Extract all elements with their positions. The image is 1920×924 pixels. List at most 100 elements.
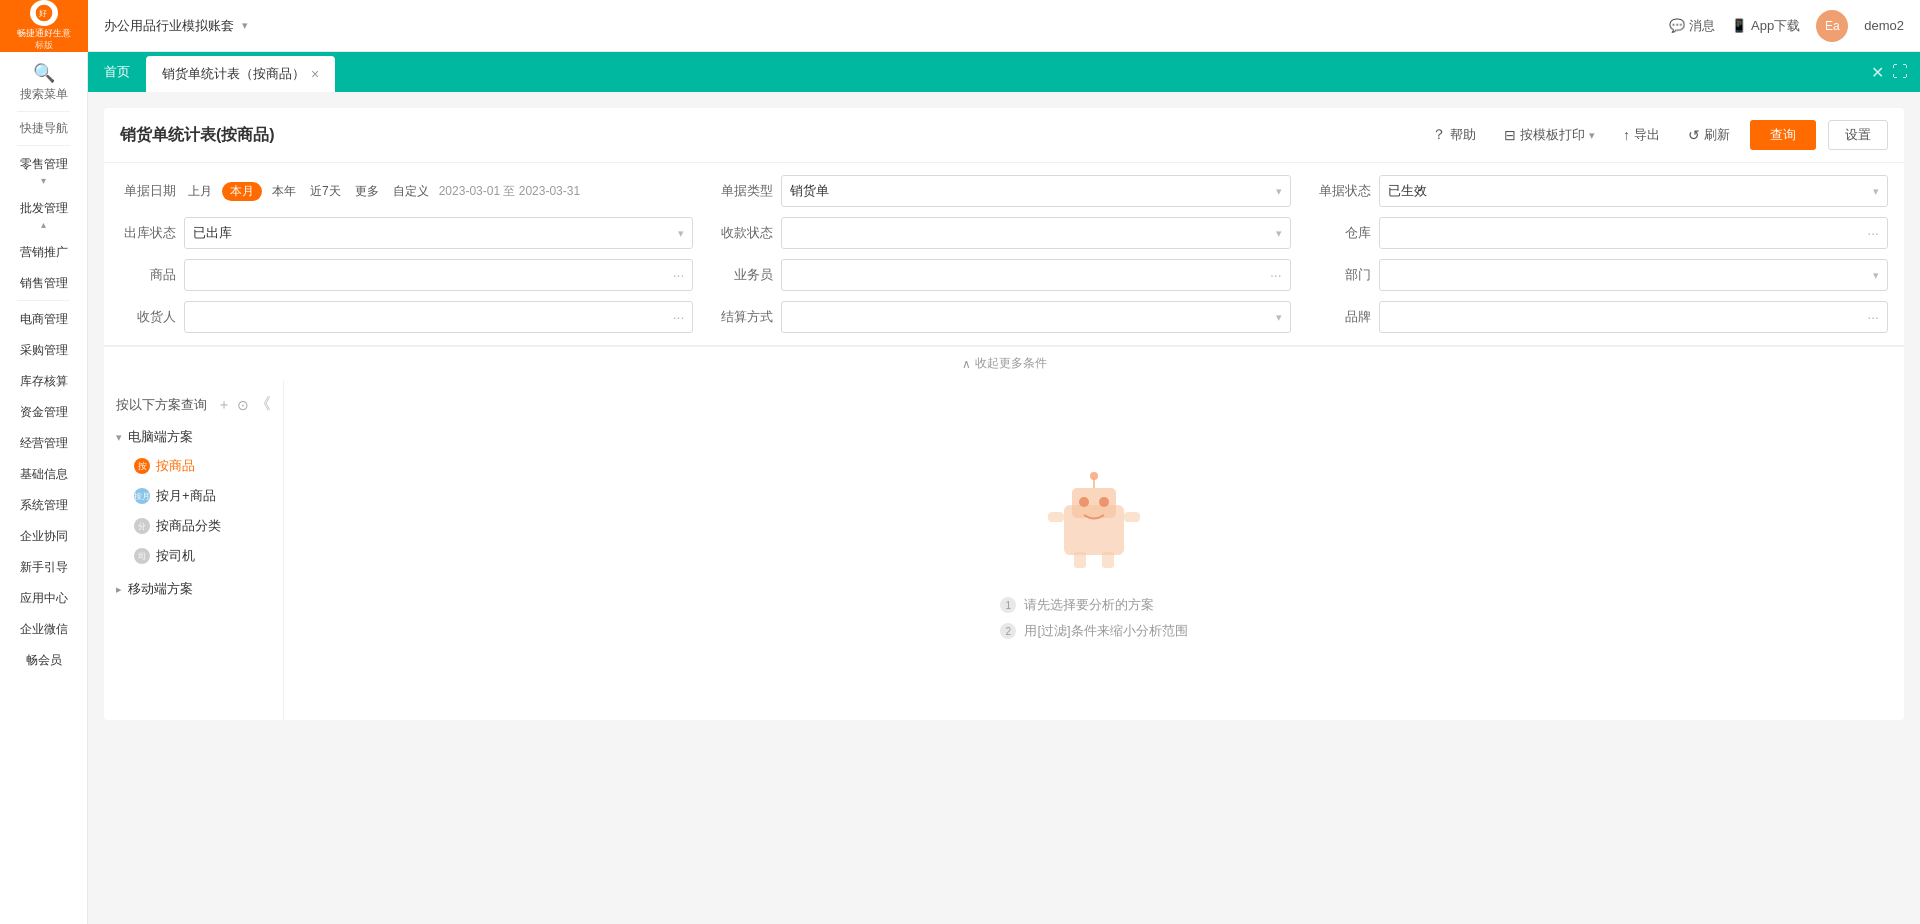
filter-out-status: 出库状态 已出库 ▾ <box>120 217 693 249</box>
scheme-item-label-3: 按商品分类 <box>156 517 221 535</box>
scheme-add-icon[interactable]: ＋ <box>217 396 231 414</box>
receipt-status-control[interactable]: ▾ <box>781 217 1290 249</box>
logo-text: 畅捷通好生意 <box>17 28 71 39</box>
print-label: 按模板打印 <box>1520 126 1585 144</box>
payment-control[interactable]: ▾ <box>781 301 1290 333</box>
print-btn[interactable]: ⊟ 按模板打印 ▾ <box>1496 122 1603 148</box>
sidebar-item-finance[interactable]: 资金管理 <box>0 396 87 427</box>
warehouse-control[interactable]: ··· <box>1379 217 1888 249</box>
quick-nav-btn[interactable]: 快捷导航 <box>0 114 87 143</box>
empty-icon <box>1034 460 1154 580</box>
doc-status-control[interactable]: 已生效 ▾ <box>1379 175 1888 207</box>
scheme-refresh-icon[interactable]: ⊙ <box>237 397 249 413</box>
recipient-label: 收货人 <box>120 308 176 326</box>
date-btn-this-year[interactable]: 本年 <box>268 182 300 201</box>
filter-receipt-status: 收款状态 ▾ <box>717 217 1290 249</box>
sidebar-item-marketing[interactable]: 营销推广 <box>0 236 87 267</box>
divider2 <box>17 145 69 146</box>
goods-control[interactable]: ··· <box>184 259 693 291</box>
payment-arrow[interactable]: ▾ <box>1276 311 1282 324</box>
refresh-btn[interactable]: ↺ 刷新 <box>1680 122 1738 148</box>
print-icon: ⊟ <box>1504 127 1516 143</box>
scheme-collapse-icon[interactable]: 《 <box>255 394 271 415</box>
sales-person-dots[interactable]: ··· <box>1270 267 1282 283</box>
help-btn[interactable]: ？ 帮助 <box>1424 122 1484 148</box>
user-avatar[interactable]: Ea <box>1816 10 1848 42</box>
user-name[interactable]: demo2 <box>1864 18 1904 33</box>
tab-close-btn[interactable]: × <box>311 67 319 81</box>
tab-close-window-btn[interactable]: ✕ <box>1871 63 1884 82</box>
industry-name[interactable]: 办公用品行业模拟账套 <box>104 17 234 35</box>
warehouse-dots[interactable]: ··· <box>1867 225 1879 241</box>
search-menu-btn[interactable]: 🔍 搜索菜单 <box>0 52 87 109</box>
basic-label: 基础信息 <box>20 466 68 483</box>
doc-status-value: 已生效 <box>1388 182 1873 200</box>
sidebar-item-apps[interactable]: 应用中心 <box>0 582 87 613</box>
date-btn-custom[interactable]: 自定义 <box>389 182 433 201</box>
sidebar-item-operations[interactable]: 经营管理 <box>0 427 87 458</box>
goods-label: 商品 <box>120 266 176 284</box>
sidebar-item-inventory[interactable]: 库存核算 <box>0 365 87 396</box>
brand-control[interactable]: ··· <box>1379 301 1888 333</box>
app-download-btn[interactable]: 📱 App下载 <box>1731 17 1800 35</box>
scheme-group-pc-header[interactable]: ▾ 电脑端方案 <box>104 423 283 451</box>
doc-type-control[interactable]: 销货单 ▾ <box>781 175 1290 207</box>
app-logo[interactable]: 好 畅捷通好生意 标版 <box>0 0 88 52</box>
header-right: 💬 消息 📱 App下载 Ea demo2 <box>1669 10 1904 42</box>
sidebar-item-wechat[interactable]: 企业微信 <box>0 613 87 644</box>
scheme-item-by-driver[interactable]: 司 按司机 <box>104 541 283 571</box>
sidebar-item-newbie[interactable]: 新手引导 <box>0 551 87 582</box>
scheme-item-label-4: 按司机 <box>156 547 195 565</box>
scheme-item-by-category[interactable]: 分 按商品分类 <box>104 511 283 541</box>
query-button[interactable]: 查询 <box>1750 120 1816 150</box>
industry-dropdown-icon[interactable]: ▾ <box>242 19 248 32</box>
logo-sub: 标版 <box>35 39 53 52</box>
recipient-control[interactable]: ··· <box>184 301 693 333</box>
tab-sales-report[interactable]: 销货单统计表（按商品） × <box>146 56 335 92</box>
scheme-item-by-goods[interactable]: 按 按商品 <box>104 451 283 481</box>
date-btn-this-month[interactable]: 本月 <box>222 182 262 201</box>
date-label: 单据日期 <box>120 182 176 200</box>
department-control[interactable]: ▾ <box>1379 259 1888 291</box>
out-status-control[interactable]: 已出库 ▾ <box>184 217 693 249</box>
tab-spacer <box>335 52 1859 92</box>
message-btn[interactable]: 💬 消息 <box>1669 17 1715 35</box>
scheme-group-mobile-header[interactable]: ▸ 移动端方案 <box>104 575 283 603</box>
sidebar-item-system[interactable]: 系统管理 <box>0 489 87 520</box>
svg-point-5 <box>1099 497 1109 507</box>
tab-home[interactable]: 首页 <box>88 52 146 92</box>
goods-dots[interactable]: ··· <box>673 267 685 283</box>
department-arrow[interactable]: ▾ <box>1873 269 1879 282</box>
print-dropdown-icon[interactable]: ▾ <box>1589 129 1595 142</box>
recipient-dots[interactable]: ··· <box>673 309 685 325</box>
collapse-bar[interactable]: ∧ 收起更多条件 <box>104 346 1904 380</box>
scheme-item-icon-2: 按月 <box>134 488 150 504</box>
sales-person-control[interactable]: ··· <box>781 259 1290 291</box>
export-btn[interactable]: ↑ 导出 <box>1615 122 1668 148</box>
sidebar-item-wholesale[interactable]: 批发管理 ▴ <box>0 192 87 236</box>
doc-type-arrow[interactable]: ▾ <box>1276 185 1282 198</box>
sidebar-item-basic[interactable]: 基础信息 <box>0 458 87 489</box>
receipt-status-label: 收款状态 <box>717 224 773 242</box>
out-status-arrow[interactable]: ▾ <box>678 227 684 240</box>
sidebar-item-sales[interactable]: 销售管理 <box>0 267 87 298</box>
date-btn-7days[interactable]: 近7天 <box>306 182 345 201</box>
sidebar-item-retail[interactable]: 零售管理 ▾ <box>0 148 87 192</box>
receipt-status-arrow[interactable]: ▾ <box>1276 227 1282 240</box>
tab-maximize-btn[interactable]: ⛶ <box>1892 63 1908 81</box>
help-label: 帮助 <box>1450 126 1476 144</box>
brand-dots[interactable]: ··· <box>1867 309 1879 325</box>
collapse-label: 收起更多条件 <box>975 355 1047 372</box>
sidebar-item-enterprise[interactable]: 企业协同 <box>0 520 87 551</box>
pc-group-label: 电脑端方案 <box>128 428 193 446</box>
logo-icon: 好 <box>30 0 58 26</box>
date-btn-more[interactable]: 更多 <box>351 182 383 201</box>
sidebar-item-ecommerce[interactable]: 电商管理 <box>0 303 87 334</box>
sidebar-item-member[interactable]: 畅会员 <box>0 644 87 675</box>
settings-button[interactable]: 设置 <box>1828 120 1888 150</box>
doc-status-arrow[interactable]: ▾ <box>1873 185 1879 198</box>
sidebar-item-purchase[interactable]: 采购管理 <box>0 334 87 365</box>
filter-doc-type: 单据类型 销货单 ▾ <box>717 175 1290 207</box>
scheme-item-by-month-goods[interactable]: 按月 按月+商品 <box>104 481 283 511</box>
date-btn-last-month[interactable]: 上月 <box>184 182 216 201</box>
